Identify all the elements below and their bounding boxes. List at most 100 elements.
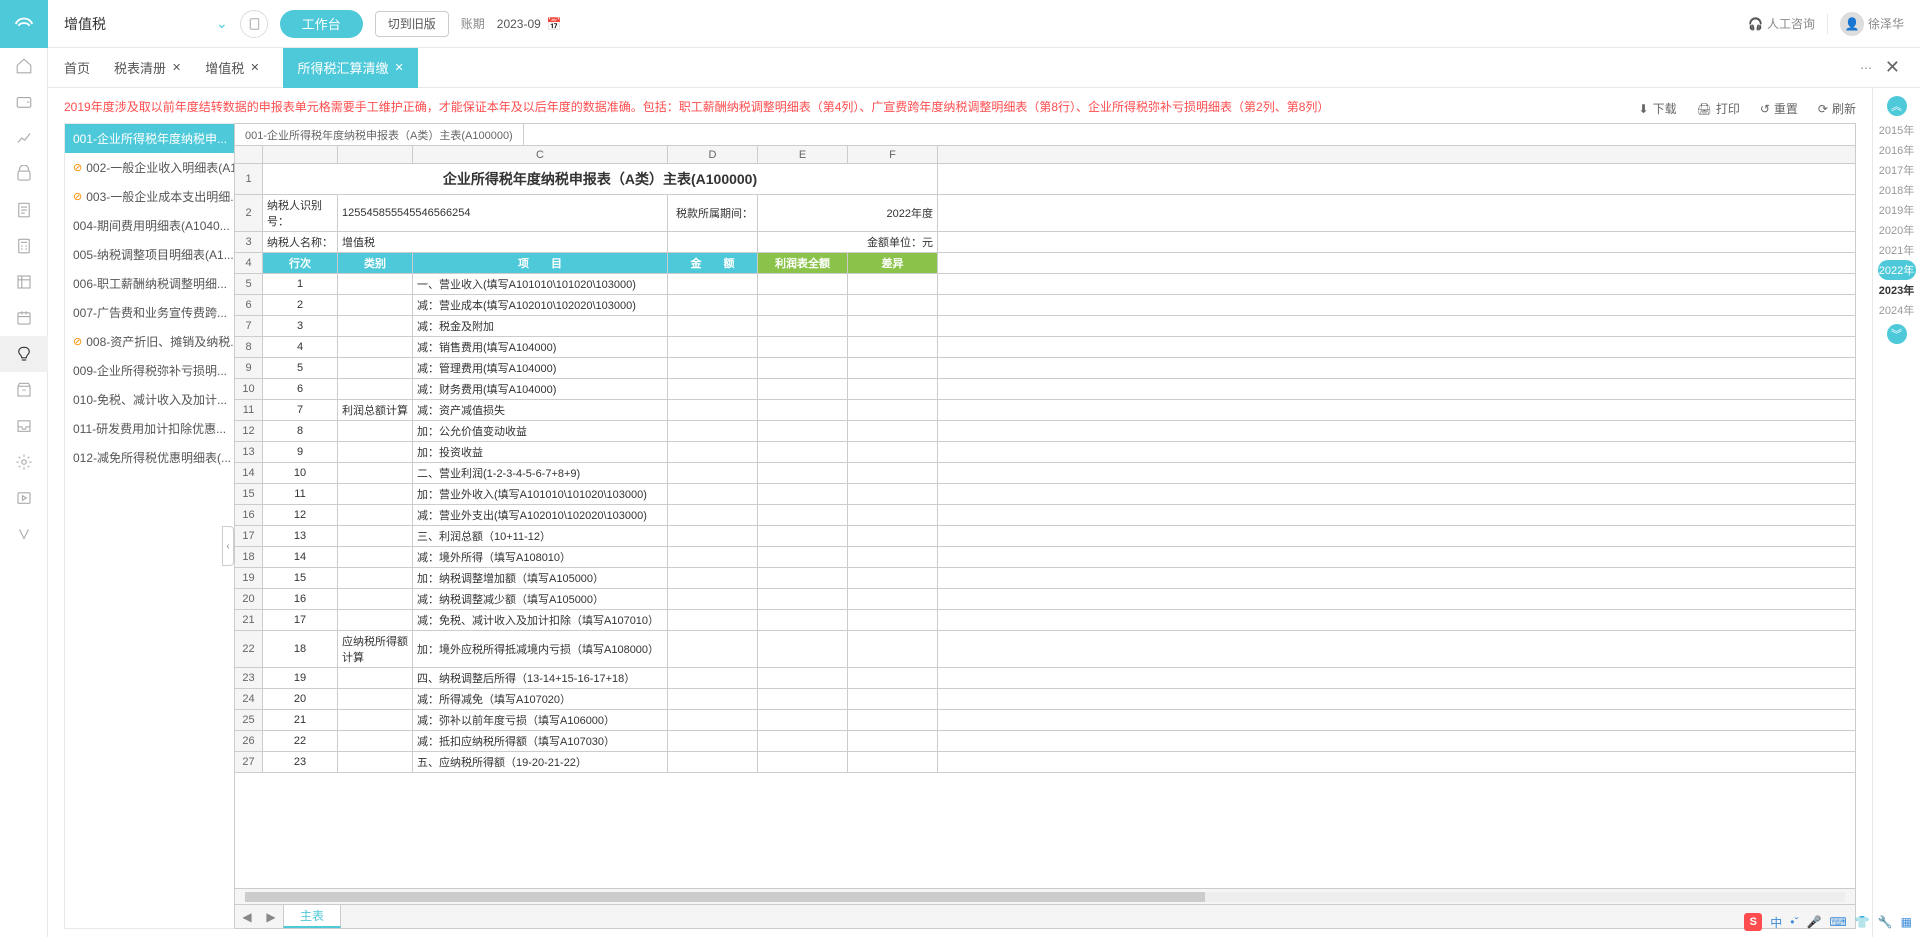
diff-cell[interactable] (848, 484, 938, 504)
notebook-icon[interactable] (240, 10, 268, 38)
diff-cell[interactable] (848, 421, 938, 441)
pl-cell[interactable] (758, 274, 848, 294)
tab-首页[interactable]: 首页 (64, 48, 90, 88)
diff-cell[interactable] (848, 442, 938, 462)
year-chip[interactable]: 2021年 (1878, 240, 1916, 260)
report-nav-item[interactable]: ⊘002-一般企业收入明细表(A1... (65, 153, 234, 182)
rail-chart-icon[interactable] (0, 120, 48, 156)
amount-cell[interactable] (668, 295, 758, 315)
diff-cell[interactable] (848, 589, 938, 609)
pl-cell[interactable] (758, 316, 848, 336)
rail-calc-icon[interactable] (0, 228, 48, 264)
pl-cell[interactable] (758, 337, 848, 357)
diff-cell[interactable] (848, 631, 938, 667)
report-nav-item[interactable]: 006-职工薪酬纳税调整明细... (65, 269, 234, 298)
ime-tool-icon[interactable]: 🔧 (1878, 915, 1893, 929)
pl-cell[interactable] (758, 442, 848, 462)
rail-tax-icon[interactable] (0, 336, 48, 372)
report-nav-item[interactable]: 012-减免所得税优惠明细表(... (65, 443, 234, 472)
amount-cell[interactable] (668, 379, 758, 399)
diff-cell[interactable] (848, 547, 938, 567)
rail-doc-icon[interactable] (0, 192, 48, 228)
close-icon[interactable]: ✕ (172, 61, 181, 74)
rail-wallet-icon[interactable] (0, 84, 48, 120)
pl-cell[interactable] (758, 358, 848, 378)
sheet-top-tab[interactable]: 001-企业所得税年度纳税申报表（A类）主表(A100000) (235, 124, 524, 145)
diff-cell[interactable] (848, 505, 938, 525)
amount-cell[interactable] (668, 689, 758, 709)
rail-v-icon[interactable] (0, 516, 48, 552)
year-chip[interactable]: 2024年 (1878, 300, 1916, 320)
diff-cell[interactable] (848, 274, 938, 294)
year-chip[interactable]: 2022年 (1878, 260, 1916, 280)
pl-cell[interactable] (758, 631, 848, 667)
user-menu[interactable]: 👤 徐泽华 (1840, 12, 1904, 36)
amount-cell[interactable] (668, 316, 758, 336)
period-picker[interactable]: 2023-09 📅 (497, 17, 562, 31)
diff-cell[interactable] (848, 358, 938, 378)
diff-cell[interactable] (848, 752, 938, 772)
pl-cell[interactable] (758, 463, 848, 483)
amount-cell[interactable] (668, 505, 758, 525)
report-nav-item[interactable]: 001-企业所得税年度纳税申... (65, 124, 234, 153)
pl-cell[interactable] (758, 689, 848, 709)
pl-cell[interactable] (758, 379, 848, 399)
pl-cell[interactable] (758, 568, 848, 588)
ime-lang[interactable]: 中 (1770, 914, 1782, 931)
pl-cell[interactable] (758, 710, 848, 730)
report-nav-item[interactable]: 009-企业所得税弥补亏损明... (65, 356, 234, 385)
amount-cell[interactable] (668, 463, 758, 483)
pl-cell[interactable] (758, 526, 848, 546)
diff-cell[interactable] (848, 526, 938, 546)
pl-cell[interactable] (758, 421, 848, 441)
amount-cell[interactable] (668, 668, 758, 688)
ime-skin-icon[interactable]: 👕 (1855, 915, 1870, 929)
amount-cell[interactable] (668, 752, 758, 772)
ime-keyboard-icon[interactable]: ⌨ (1829, 915, 1846, 929)
print-button[interactable]: 🖨打印 (1697, 100, 1740, 117)
ime-menu-icon[interactable]: ▦ (1901, 915, 1912, 929)
refresh-button[interactable]: ⟳刷新 (1818, 100, 1856, 117)
year-down-icon[interactable]: ︾ (1887, 324, 1907, 344)
diff-cell[interactable] (848, 463, 938, 483)
report-nav-item[interactable]: ⊘008-资产折旧、摊销及纳税... (65, 327, 234, 356)
rail-video-icon[interactable] (0, 480, 48, 516)
diff-cell[interactable] (848, 337, 938, 357)
pl-cell[interactable] (758, 547, 848, 567)
diff-cell[interactable] (848, 689, 938, 709)
amount-cell[interactable] (668, 274, 758, 294)
pl-cell[interactable] (758, 589, 848, 609)
amount-cell[interactable] (668, 358, 758, 378)
amount-cell[interactable] (668, 610, 758, 630)
pl-cell[interactable] (758, 295, 848, 315)
tab-所得税汇算清缴[interactable]: 所得税汇算清缴✕ (283, 48, 417, 88)
collapse-handle[interactable]: ‹ (222, 526, 234, 566)
year-up-icon[interactable]: ︽ (1887, 96, 1907, 116)
close-icon[interactable]: ✕ (395, 61, 404, 74)
rail-form-icon[interactable] (0, 264, 48, 300)
diff-cell[interactable] (848, 710, 938, 730)
rail-calendar-icon[interactable] (0, 300, 48, 336)
tenant-selector[interactable]: 增值税 ⌄ (64, 14, 228, 34)
pl-cell[interactable] (758, 731, 848, 751)
pl-cell[interactable] (758, 484, 848, 504)
pl-cell[interactable] (758, 505, 848, 525)
report-nav-item[interactable]: 010-免税、减计收入及加计... (65, 385, 234, 414)
close-icon[interactable]: ✕ (250, 61, 259, 74)
amount-cell[interactable] (668, 442, 758, 462)
amount-cell[interactable] (668, 589, 758, 609)
diff-cell[interactable] (848, 400, 938, 420)
year-chip[interactable]: 2023年 (1878, 280, 1916, 300)
diff-cell[interactable] (848, 316, 938, 336)
pl-cell[interactable] (758, 610, 848, 630)
download-button[interactable]: ⬇下载 (1639, 100, 1677, 117)
pl-cell[interactable] (758, 752, 848, 772)
year-chip[interactable]: 2017年 (1878, 160, 1916, 180)
amount-cell[interactable] (668, 526, 758, 546)
legacy-button[interactable]: 切到旧版 (375, 11, 449, 37)
rail-archive-icon[interactable] (0, 372, 48, 408)
ime-mic-icon[interactable]: 🎤 (1806, 915, 1821, 929)
year-chip[interactable]: 2019年 (1878, 200, 1916, 220)
report-nav-item[interactable]: ⊘003-一般企业成本支出明细... (65, 182, 234, 211)
amount-cell[interactable] (668, 710, 758, 730)
